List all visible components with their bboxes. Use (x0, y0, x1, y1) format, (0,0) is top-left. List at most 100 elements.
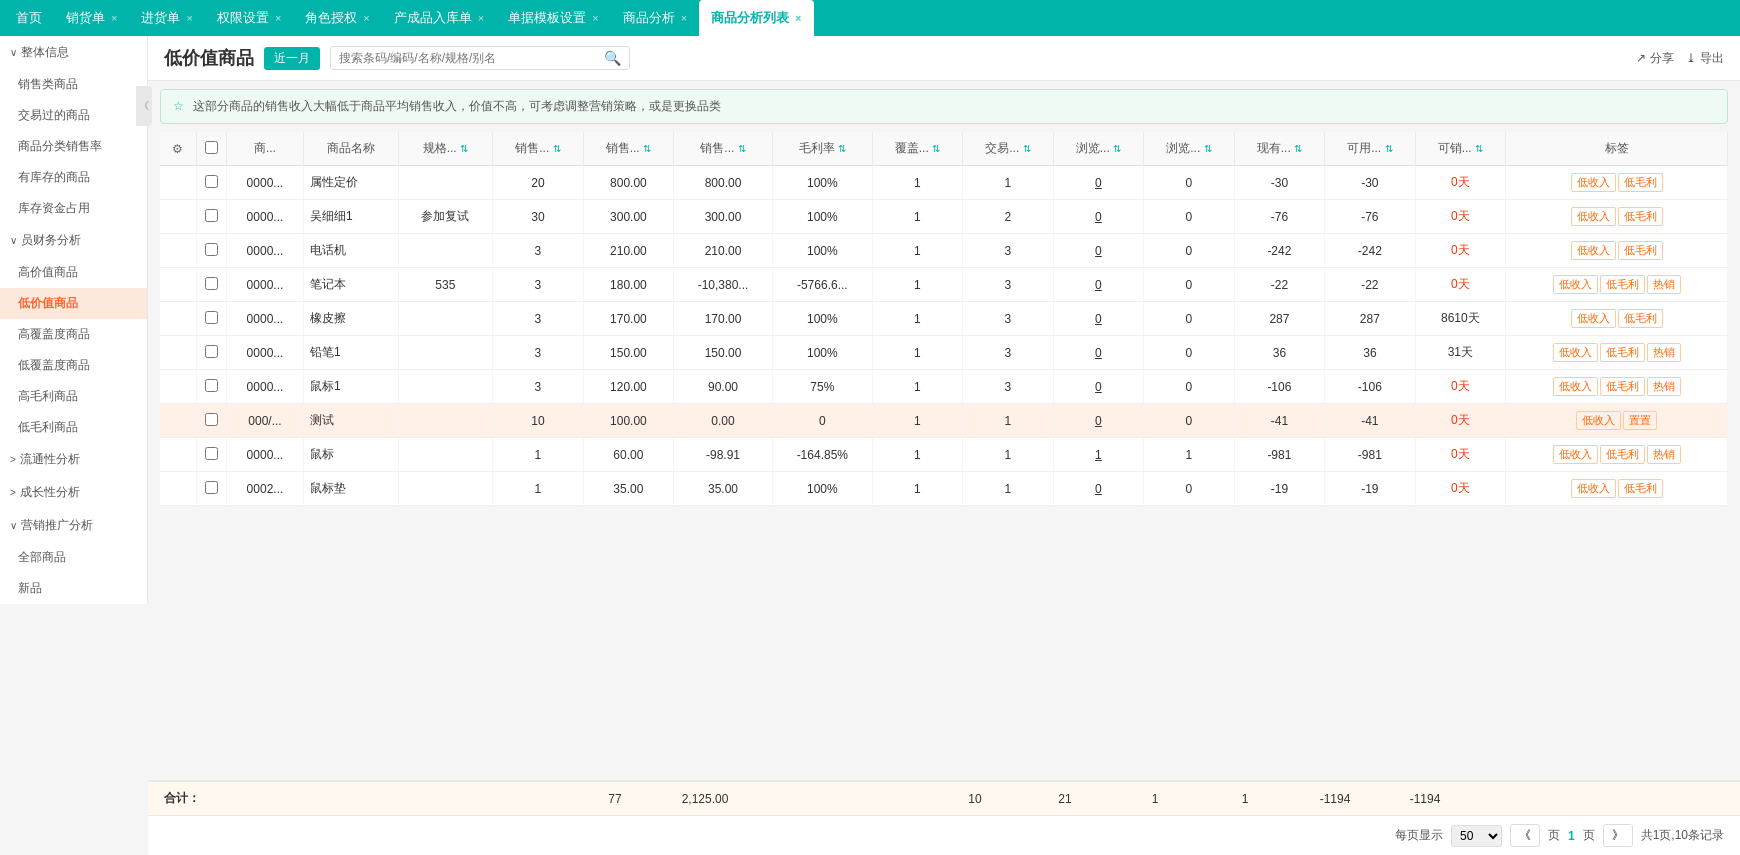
checkbox-cell[interactable] (196, 166, 226, 200)
nav-product-inbound[interactable]: 产成品入库单 × (382, 0, 496, 36)
browse1-cell[interactable]: 0 (1053, 200, 1143, 234)
row-checkbox[interactable] (205, 379, 218, 392)
browse1-cell[interactable]: 1 (1053, 438, 1143, 472)
search-icon[interactable]: 🔍 (604, 50, 621, 66)
browse-link[interactable]: 0 (1095, 176, 1102, 190)
settings-col-header[interactable]: ⚙ (160, 132, 196, 166)
current-stock-col-header[interactable]: 现有... ⇅ (1234, 132, 1324, 166)
row-checkbox[interactable] (205, 345, 218, 358)
sidebar-group-financial[interactable]: ∨ 员财务分析 (0, 224, 147, 257)
sidebar-item-all-products[interactable]: 全部商品 (0, 542, 147, 573)
export-button[interactable]: ⤓ 导出 (1686, 50, 1724, 67)
spec-col-header[interactable]: 规格... ⇅ (398, 132, 493, 166)
checkbox-cell[interactable] (196, 472, 226, 506)
time-filter-button[interactable]: 近一月 (264, 47, 320, 70)
share-button[interactable]: ↗ 分享 (1636, 50, 1674, 67)
row-checkbox[interactable] (205, 209, 218, 222)
checkbox-cell[interactable] (196, 268, 226, 302)
code-col-header[interactable]: 商... (226, 132, 303, 166)
nav-role-auth[interactable]: 角色授权 × (293, 0, 381, 36)
close-icon[interactable]: × (275, 12, 281, 24)
checkbox-cell[interactable] (196, 438, 226, 472)
gross-margin-col-header[interactable]: 毛利率 ⇅ (772, 132, 872, 166)
sales-amount-col-header[interactable]: 销售... ⇅ (583, 132, 673, 166)
browse-link[interactable]: 0 (1095, 380, 1102, 394)
close-icon[interactable]: × (478, 12, 484, 24)
nav-product-analysis[interactable]: 商品分析 × (611, 0, 699, 36)
sidebar-item-low-margin[interactable]: 低毛利商品 (0, 412, 147, 443)
browse-link[interactable]: 0 (1095, 312, 1102, 326)
checkbox-cell[interactable] (196, 336, 226, 370)
sidebar-group-liquidity[interactable]: > 流通性分析 (0, 443, 147, 476)
coverage-col-header[interactable]: 覆盖... ⇅ (872, 132, 962, 166)
sidebar-item-high-coverage[interactable]: 高覆盖度商品 (0, 319, 147, 350)
browse1-cell[interactable]: 0 (1053, 302, 1143, 336)
transaction-col-header[interactable]: 交易... ⇅ (963, 132, 1053, 166)
row-checkbox[interactable] (205, 311, 218, 324)
sidebar-collapse-button[interactable]: 《 (136, 86, 152, 126)
next-page-button[interactable]: 》 (1603, 824, 1633, 847)
browse1-cell[interactable]: 0 (1053, 370, 1143, 404)
browse1-cell[interactable]: 0 (1053, 166, 1143, 200)
sidebar-item-traded-products[interactable]: 交易过的商品 (0, 100, 147, 131)
close-icon[interactable]: × (795, 12, 801, 24)
row-checkbox[interactable] (205, 447, 218, 460)
per-page-select[interactable]: 50 20 100 (1451, 825, 1502, 847)
nav-purchase-order[interactable]: 进货单 × (129, 0, 204, 36)
sidebar-item-low-value[interactable]: 低价值商品 (0, 288, 147, 319)
close-icon[interactable]: × (186, 12, 192, 24)
sales-profit-col-header[interactable]: 销售... ⇅ (674, 132, 773, 166)
browse1-cell[interactable]: 0 (1053, 404, 1143, 438)
search-input[interactable] (339, 51, 600, 65)
browse-link[interactable]: 0 (1095, 210, 1102, 224)
checkbox-cell[interactable] (196, 200, 226, 234)
sidebar-item-new-products[interactable]: 新品 (0, 573, 147, 604)
row-checkbox[interactable] (205, 481, 218, 494)
sales-qty-col-header[interactable]: 销售... ⇅ (493, 132, 583, 166)
select-all-checkbox[interactable] (205, 141, 218, 154)
checkbox-cell[interactable] (196, 302, 226, 336)
row-checkbox[interactable] (205, 413, 218, 426)
sidebar-group-marketing[interactable]: ∨ 营销推广分析 (0, 509, 147, 542)
sidebar-item-high-value[interactable]: 高价值商品 (0, 257, 147, 288)
sidebar-group-growth[interactable]: > 成长性分析 (0, 476, 147, 509)
sidebar-group-overview[interactable]: ∨ 整体信息 (0, 36, 147, 69)
browse2-col-header[interactable]: 浏览... ⇅ (1144, 132, 1234, 166)
name-col-header[interactable]: 商品名称 (304, 132, 399, 166)
saleable-col-header[interactable]: 可销... ⇅ (1415, 132, 1505, 166)
row-checkbox[interactable] (205, 175, 218, 188)
browse-link[interactable]: 0 (1095, 482, 1102, 496)
browse-link[interactable]: 1 (1095, 448, 1102, 462)
sidebar-item-stocked-products[interactable]: 有库存的商品 (0, 162, 147, 193)
checkbox-cell[interactable] (196, 370, 226, 404)
checkbox-cell[interactable] (196, 404, 226, 438)
nav-home[interactable]: 首页 (4, 0, 54, 36)
sidebar-item-inventory-fund[interactable]: 库存资金占用 (0, 193, 147, 224)
close-icon[interactable]: × (363, 12, 369, 24)
browse-link[interactable]: 0 (1095, 346, 1102, 360)
browse1-cell[interactable]: 0 (1053, 234, 1143, 268)
browse1-col-header[interactable]: 浏览... ⇅ (1053, 132, 1143, 166)
checkbox-cell[interactable] (196, 234, 226, 268)
checkbox-col-header[interactable] (196, 132, 226, 166)
browse1-cell[interactable]: 0 (1053, 268, 1143, 302)
close-icon[interactable]: × (681, 12, 687, 24)
nav-permission[interactable]: 权限设置 × (205, 0, 293, 36)
browse1-cell[interactable]: 0 (1053, 472, 1143, 506)
row-checkbox[interactable] (205, 243, 218, 256)
sidebar-item-high-margin[interactable]: 高毛利商品 (0, 381, 147, 412)
browse-link[interactable]: 0 (1095, 278, 1102, 292)
sidebar-item-category-sales-rate[interactable]: 商品分类销售率 (0, 131, 147, 162)
browse-link[interactable]: 0 (1095, 244, 1102, 258)
prev-page-button[interactable]: 《 (1510, 824, 1540, 847)
sidebar-item-sales-products[interactable]: 销售类商品 (0, 69, 147, 100)
close-icon[interactable]: × (592, 12, 598, 24)
close-icon[interactable]: × (111, 12, 117, 24)
sidebar-item-low-coverage[interactable]: 低覆盖度商品 (0, 350, 147, 381)
browse1-cell[interactable]: 0 (1053, 336, 1143, 370)
nav-product-analysis-list[interactable]: 商品分析列表 × (699, 0, 813, 36)
browse-link[interactable]: 0 (1095, 414, 1102, 428)
row-checkbox[interactable] (205, 277, 218, 290)
nav-template-settings[interactable]: 单据模板设置 × (496, 0, 610, 36)
nav-sales-order[interactable]: 销货单 × (54, 0, 129, 36)
